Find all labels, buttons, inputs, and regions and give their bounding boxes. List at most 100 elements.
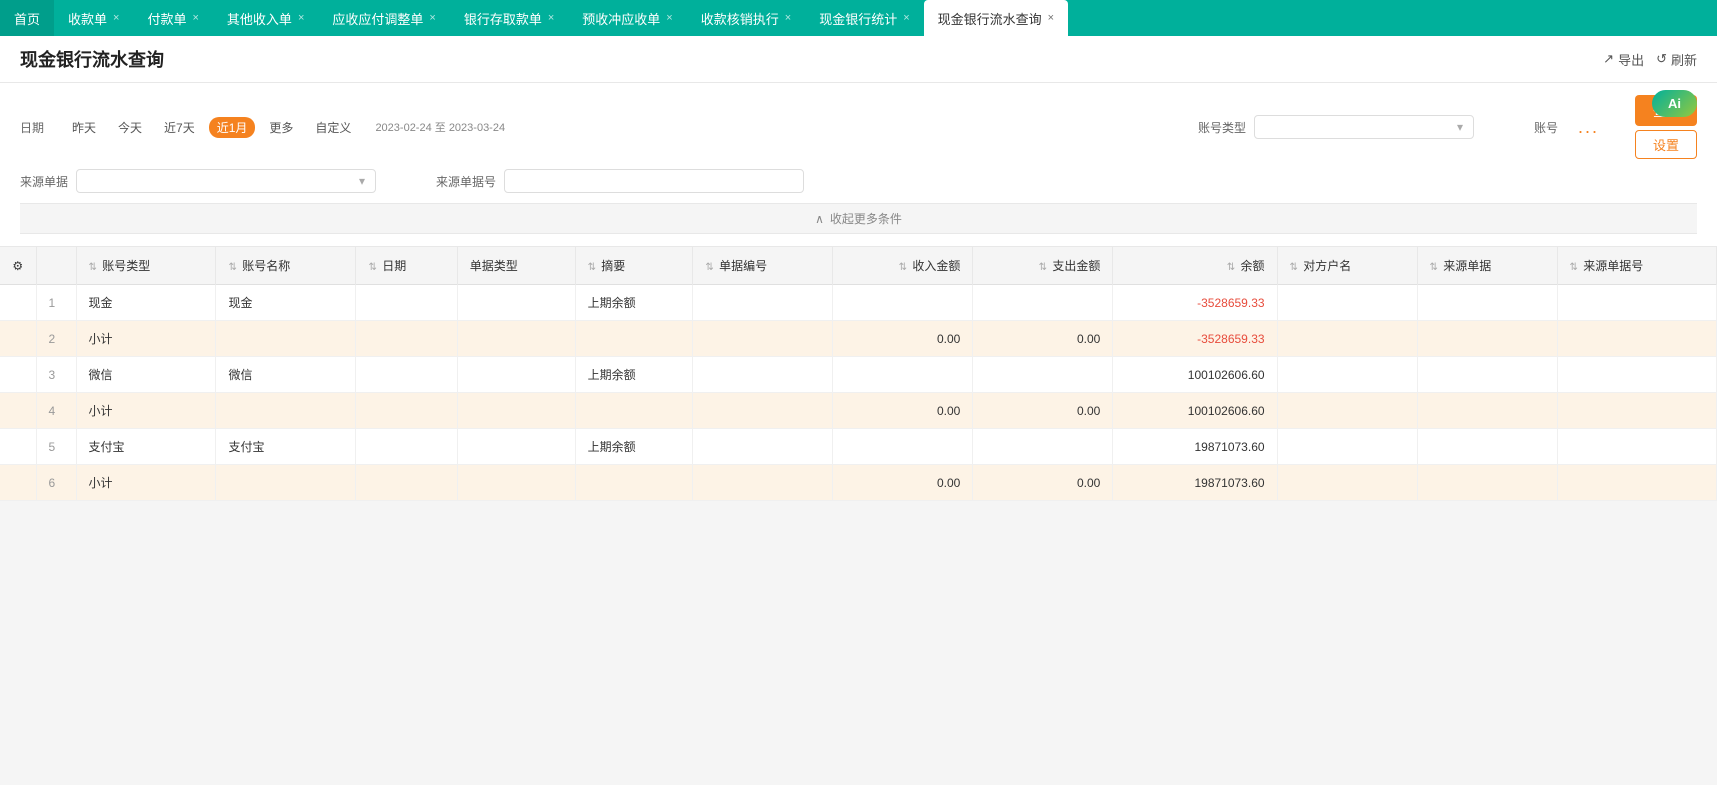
date-filter-group: 日期 昨天 今天 近7天 近1月 更多 自定义 — [20, 117, 359, 138]
cell-balance: 100102606.60 — [1113, 357, 1277, 393]
nav-receipts[interactable]: 收款单 × — [54, 0, 133, 36]
col-source-doc-num[interactable]: ⇅ 来源单据号 — [1557, 247, 1716, 285]
cell-source-doc — [1417, 357, 1557, 393]
sort-icon: ⇅ — [899, 262, 907, 273]
account-type-select[interactable]: ▾ — [1254, 115, 1474, 139]
close-icon[interactable]: × — [903, 12, 909, 24]
close-icon[interactable]: × — [113, 12, 119, 24]
cell-account-type: 现金 — [76, 285, 216, 321]
close-icon[interactable]: × — [429, 12, 435, 24]
shortcut-today[interactable]: 今天 — [110, 117, 150, 138]
col-doc-num[interactable]: ⇅ 单据编号 — [693, 247, 833, 285]
date-label: 日期 — [20, 119, 56, 136]
shortcut-more[interactable]: 更多 — [261, 117, 301, 138]
chevron-up-icon: ∧ — [815, 212, 824, 226]
date-range-display: 2023-02-24 至 2023-03-24 — [375, 119, 505, 135]
col-date[interactable]: ⇅ 日期 — [356, 247, 457, 285]
col-source-doc[interactable]: ⇅ 来源单据 — [1417, 247, 1557, 285]
sort-icon: ⇅ — [1430, 262, 1438, 273]
nav-home[interactable]: 首页 — [0, 0, 54, 36]
table-container: ⚙ ⇅ 账号类型 ⇅ 账号名称 ⇅ 日期 单据类型 — [0, 247, 1717, 501]
cell-source-doc-num — [1557, 393, 1716, 429]
settings-button[interactable]: 设置 — [1635, 130, 1697, 159]
close-icon[interactable]: × — [1048, 12, 1054, 24]
cell-expense: 0.00 — [973, 465, 1113, 501]
col-expense[interactable]: ⇅ 支出金额 — [973, 247, 1113, 285]
filter-row-2: 来源单据 ▾ 来源单据号 — [20, 169, 1697, 193]
close-icon[interactable]: × — [192, 12, 198, 24]
cell-date — [356, 357, 457, 393]
close-icon[interactable]: × — [548, 12, 554, 24]
row-gear[interactable] — [0, 465, 36, 501]
col-doc-type: 单据类型 — [457, 247, 575, 285]
cell-doc-type — [457, 357, 575, 393]
nav-cash-bank-stat[interactable]: 现金银行统计 × — [805, 0, 923, 36]
cell-account-type: 微信 — [76, 357, 216, 393]
cell-account-name: 现金 — [216, 285, 356, 321]
row-gear[interactable] — [0, 357, 36, 393]
account-group: 账号 ... — [1534, 117, 1599, 138]
nav-collection-exec[interactable]: 收款核销执行 × — [687, 0, 805, 36]
nav-prepay-offset[interactable]: 预收冲应收单 × — [568, 0, 686, 36]
col-income[interactable]: ⇅ 收入金额 — [833, 247, 973, 285]
cell-date — [356, 393, 457, 429]
cell-doc-type — [457, 393, 575, 429]
col-account-name[interactable]: ⇅ 账号名称 — [216, 247, 356, 285]
nav-cash-bank-flow[interactable]: 现金银行流水查询 × — [924, 0, 1068, 36]
close-icon[interactable]: × — [298, 12, 304, 24]
cell-expense: 0.00 — [973, 321, 1113, 357]
cell-balance: 100102606.60 — [1113, 393, 1277, 429]
nav-ar-ap-adj[interactable]: 应收应付调整单 × — [318, 0, 449, 36]
account-select-dots[interactable]: ... — [1578, 117, 1599, 138]
nav-payments[interactable]: 付款单 × — [133, 0, 212, 36]
col-counterparty[interactable]: ⇅ 对方户名 — [1277, 247, 1417, 285]
cell-date — [356, 465, 457, 501]
shortcut-custom[interactable]: 自定义 — [307, 117, 359, 138]
row-gear[interactable] — [0, 321, 36, 357]
cell-account-type: 小计 — [76, 321, 216, 357]
cell-balance: 19871073.60 — [1113, 465, 1277, 501]
source-doc-num-input[interactable] — [504, 169, 804, 193]
cell-summary: 上期余额 — [575, 429, 693, 465]
cell-source-doc — [1417, 465, 1557, 501]
row-gear[interactable] — [0, 285, 36, 321]
cell-doc-num — [693, 429, 833, 465]
cell-source-doc-num — [1557, 321, 1716, 357]
cell-summary — [575, 465, 693, 501]
nav-other-income[interactable]: 其他收入单 × — [213, 0, 318, 36]
filter-area: 日期 昨天 今天 近7天 近1月 更多 自定义 2023-02-24 至 202… — [0, 83, 1717, 247]
shortcut-yesterday[interactable]: 昨天 — [64, 117, 104, 138]
col-account-type[interactable]: ⇅ 账号类型 — [76, 247, 216, 285]
row-num: 5 — [36, 429, 76, 465]
shortcut-1month[interactable]: 近1月 — [209, 117, 256, 138]
col-summary[interactable]: ⇅ 摘要 — [575, 247, 693, 285]
col-settings[interactable]: ⚙ — [0, 247, 36, 285]
nav-bank-deposit[interactable]: 银行存取款单 × — [450, 0, 568, 36]
table-row: 4 小计 0.00 0.00 100102606.60 — [0, 393, 1717, 429]
close-icon[interactable]: × — [785, 12, 791, 24]
refresh-button[interactable]: ↺ 刷新 — [1656, 50, 1697, 69]
row-num: 2 — [36, 321, 76, 357]
export-button[interactable]: ↗ 导出 — [1603, 50, 1644, 69]
cell-account-type: 小计 — [76, 393, 216, 429]
account-type-group: 账号类型 ▾ — [1198, 115, 1474, 139]
cell-income — [833, 285, 973, 321]
cell-account-name: 支付宝 — [216, 429, 356, 465]
cell-doc-type — [457, 429, 575, 465]
cell-expense: 0.00 — [973, 393, 1113, 429]
top-nav: 首页 收款单 × 付款单 × 其他收入单 × 应收应付调整单 × 银行存取款单 … — [0, 0, 1717, 36]
ai-button[interactable]: Ai — [1652, 90, 1697, 117]
close-icon[interactable]: × — [666, 12, 672, 24]
cell-balance: -3528659.33 — [1113, 321, 1277, 357]
chevron-down-icon: ▾ — [1457, 120, 1463, 134]
shortcut-7days[interactable]: 近7天 — [156, 117, 203, 138]
row-gear[interactable] — [0, 393, 36, 429]
chevron-down-icon-2: ▾ — [359, 174, 365, 188]
cell-summary — [575, 321, 693, 357]
sort-icon: ⇅ — [228, 262, 236, 273]
source-doc-select[interactable]: ▾ — [76, 169, 376, 193]
col-balance[interactable]: ⇅ 余额 — [1113, 247, 1277, 285]
row-gear[interactable] — [0, 429, 36, 465]
export-icon: ↗ — [1603, 51, 1614, 67]
collapse-filter-button[interactable]: ∧ 收起更多条件 — [20, 203, 1697, 234]
